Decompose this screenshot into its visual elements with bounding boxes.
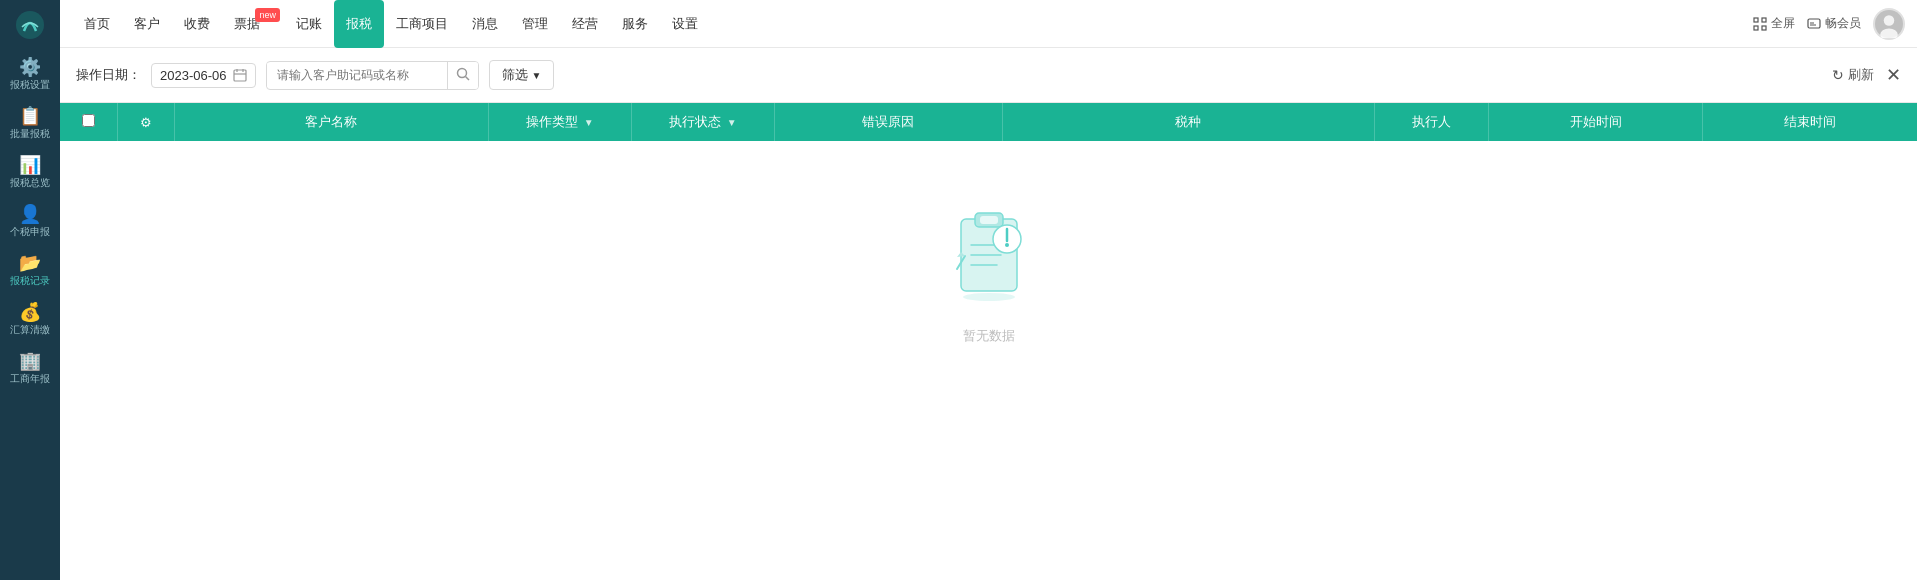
data-table: ⚙ 客户名称 操作类型 ▼ 执行状态 ▼ xyxy=(60,103,1917,405)
main-area: 首页 客户 收费 票据 new 记账 报税 工商项目 消息 管理 经营 xyxy=(60,0,1917,580)
nav-message[interactable]: 消息 xyxy=(460,0,510,48)
settlement-icon: 💰 xyxy=(19,303,41,321)
svg-rect-19 xyxy=(980,216,998,224)
filter-button[interactable]: 筛选 ▼ xyxy=(489,60,555,90)
th-error: 错误原因 xyxy=(774,103,1003,141)
filter-label: 筛选 xyxy=(502,66,528,84)
top-nav: 首页 客户 收费 票据 new 记账 报税 工商项目 消息 管理 经营 xyxy=(60,0,1917,48)
th-checkbox[interactable] xyxy=(60,103,117,141)
search-box xyxy=(266,61,479,90)
sidebar-item-tax-overview[interactable]: 📊 报税总览 xyxy=(0,148,60,197)
tax-overview-icon: 📊 xyxy=(19,156,41,174)
chevron-down-icon: ▼ xyxy=(532,70,542,81)
invoice-badge: new xyxy=(255,8,280,23)
avatar-icon xyxy=(1875,10,1903,38)
svg-rect-2 xyxy=(1762,18,1766,22)
refresh-button[interactable]: ↻ 刷新 xyxy=(1832,66,1874,84)
th-status[interactable]: 执行状态 ▼ xyxy=(631,103,774,141)
sidebar-item-label: 工商年报 xyxy=(10,373,50,385)
gear-icon: ⚙ xyxy=(140,115,152,130)
empty-state: 暂无数据 xyxy=(60,141,1917,405)
nav-account[interactable]: 记账 xyxy=(284,0,334,48)
sidebar-logo xyxy=(0,0,60,50)
date-value: 2023-06-06 xyxy=(160,68,227,83)
svg-point-24 xyxy=(1005,243,1009,247)
sidebar-item-settlement[interactable]: 💰 汇算清缴 xyxy=(0,295,60,344)
sidebar-item-label: 汇算清缴 xyxy=(10,324,50,336)
member-button[interactable]: 畅会员 xyxy=(1807,15,1861,32)
svg-line-16 xyxy=(465,76,469,80)
sidebar-item-label: 报税记录 xyxy=(10,275,50,287)
toolbar-right: ↻ 刷新 ✕ xyxy=(1832,66,1901,84)
table-header-row: ⚙ 客户名称 操作类型 ▼ 执行状态 ▼ xyxy=(60,103,1917,141)
svg-point-28 xyxy=(963,293,1015,301)
svg-point-15 xyxy=(457,68,466,77)
th-start-time: 开始时间 xyxy=(1488,103,1702,141)
fullscreen-icon xyxy=(1753,17,1767,31)
empty-text: 暂无数据 xyxy=(963,327,1015,345)
nav-business[interactable]: 工商项目 xyxy=(384,0,460,48)
sort-status-icon: ▼ xyxy=(727,117,737,128)
annual-report-icon: 🏢 xyxy=(19,352,41,370)
th-executor: 执行人 xyxy=(1374,103,1488,141)
th-end-time: 结束时间 xyxy=(1703,103,1917,141)
close-icon: ✕ xyxy=(1886,65,1901,85)
refresh-label: 刷新 xyxy=(1848,66,1874,84)
toolbar: 操作日期： 2023-06-06 xyxy=(60,48,1917,103)
batch-tax-icon: 📋 xyxy=(19,107,41,125)
svg-rect-1 xyxy=(1754,18,1758,22)
nav-manage[interactable]: 管理 xyxy=(510,0,560,48)
search-icon xyxy=(456,67,470,81)
top-nav-right: 全屏 畅会员 xyxy=(1753,8,1905,40)
calendar-icon xyxy=(233,68,247,82)
date-label: 操作日期： xyxy=(76,66,141,84)
sidebar-item-tax-settings[interactable]: ⚙️ 报税设置 xyxy=(0,50,60,99)
fullscreen-button[interactable]: 全屏 xyxy=(1753,15,1795,32)
sidebar-item-label: 报税设置 xyxy=(10,79,50,91)
svg-rect-3 xyxy=(1754,26,1758,30)
close-button[interactable]: ✕ xyxy=(1886,66,1901,84)
sidebar-item-personal-tax[interactable]: 👤 个税申报 xyxy=(0,197,60,246)
sidebar-item-label: 批量报税 xyxy=(10,128,50,140)
nav-service[interactable]: 服务 xyxy=(610,0,660,48)
sidebar-item-batch-tax[interactable]: 📋 批量报税 xyxy=(0,99,60,148)
th-tax: 税种 xyxy=(1003,103,1374,141)
nav-tax[interactable]: 报税 xyxy=(334,0,384,48)
table-body: 暂无数据 xyxy=(60,141,1917,405)
sort-op-type-icon: ▼ xyxy=(584,117,594,128)
nav-operation[interactable]: 经营 xyxy=(560,0,610,48)
sidebar-item-label: 个税申报 xyxy=(10,226,50,238)
search-button[interactable] xyxy=(447,62,478,89)
table-container: ⚙ 客户名称 操作类型 ▼ 执行状态 ▼ xyxy=(60,103,1917,580)
sidebar-item-label: 报税总览 xyxy=(10,177,50,189)
sidebar-item-tax-record[interactable]: 📂 报税记录 xyxy=(0,246,60,295)
select-all-checkbox[interactable] xyxy=(82,114,95,127)
svg-point-0 xyxy=(16,11,44,39)
nav-settings[interactable]: 设置 xyxy=(660,0,710,48)
member-icon xyxy=(1807,17,1821,31)
nav-home[interactable]: 首页 xyxy=(72,0,122,48)
refresh-icon: ↻ xyxy=(1832,67,1844,83)
nav-customer[interactable]: 客户 xyxy=(122,0,172,48)
tax-record-icon: 📂 xyxy=(19,254,41,272)
nav-invoice[interactable]: 票据 new xyxy=(222,0,284,48)
personal-tax-icon: 👤 xyxy=(19,205,41,223)
svg-rect-4 xyxy=(1762,26,1766,30)
sidebar-item-annual-report[interactable]: 🏢 工商年报 xyxy=(0,344,60,393)
content-area: 操作日期： 2023-06-06 xyxy=(60,48,1917,580)
tax-settings-icon: ⚙️ xyxy=(19,58,41,76)
th-gear[interactable]: ⚙ xyxy=(117,103,174,141)
avatar[interactable] xyxy=(1873,8,1905,40)
date-picker[interactable]: 2023-06-06 xyxy=(151,63,256,88)
nav-billing[interactable]: 收费 xyxy=(172,0,222,48)
svg-point-9 xyxy=(1884,15,1895,26)
sidebar: ⚙️ 报税设置 📋 批量报税 📊 报税总览 👤 个税申报 📂 报税记录 💰 汇算… xyxy=(0,0,60,580)
svg-rect-11 xyxy=(234,70,246,81)
th-op-type[interactable]: 操作类型 ▼ xyxy=(489,103,632,141)
empty-illustration xyxy=(939,201,1039,311)
th-client: 客户名称 xyxy=(174,103,488,141)
search-input[interactable] xyxy=(267,63,447,87)
